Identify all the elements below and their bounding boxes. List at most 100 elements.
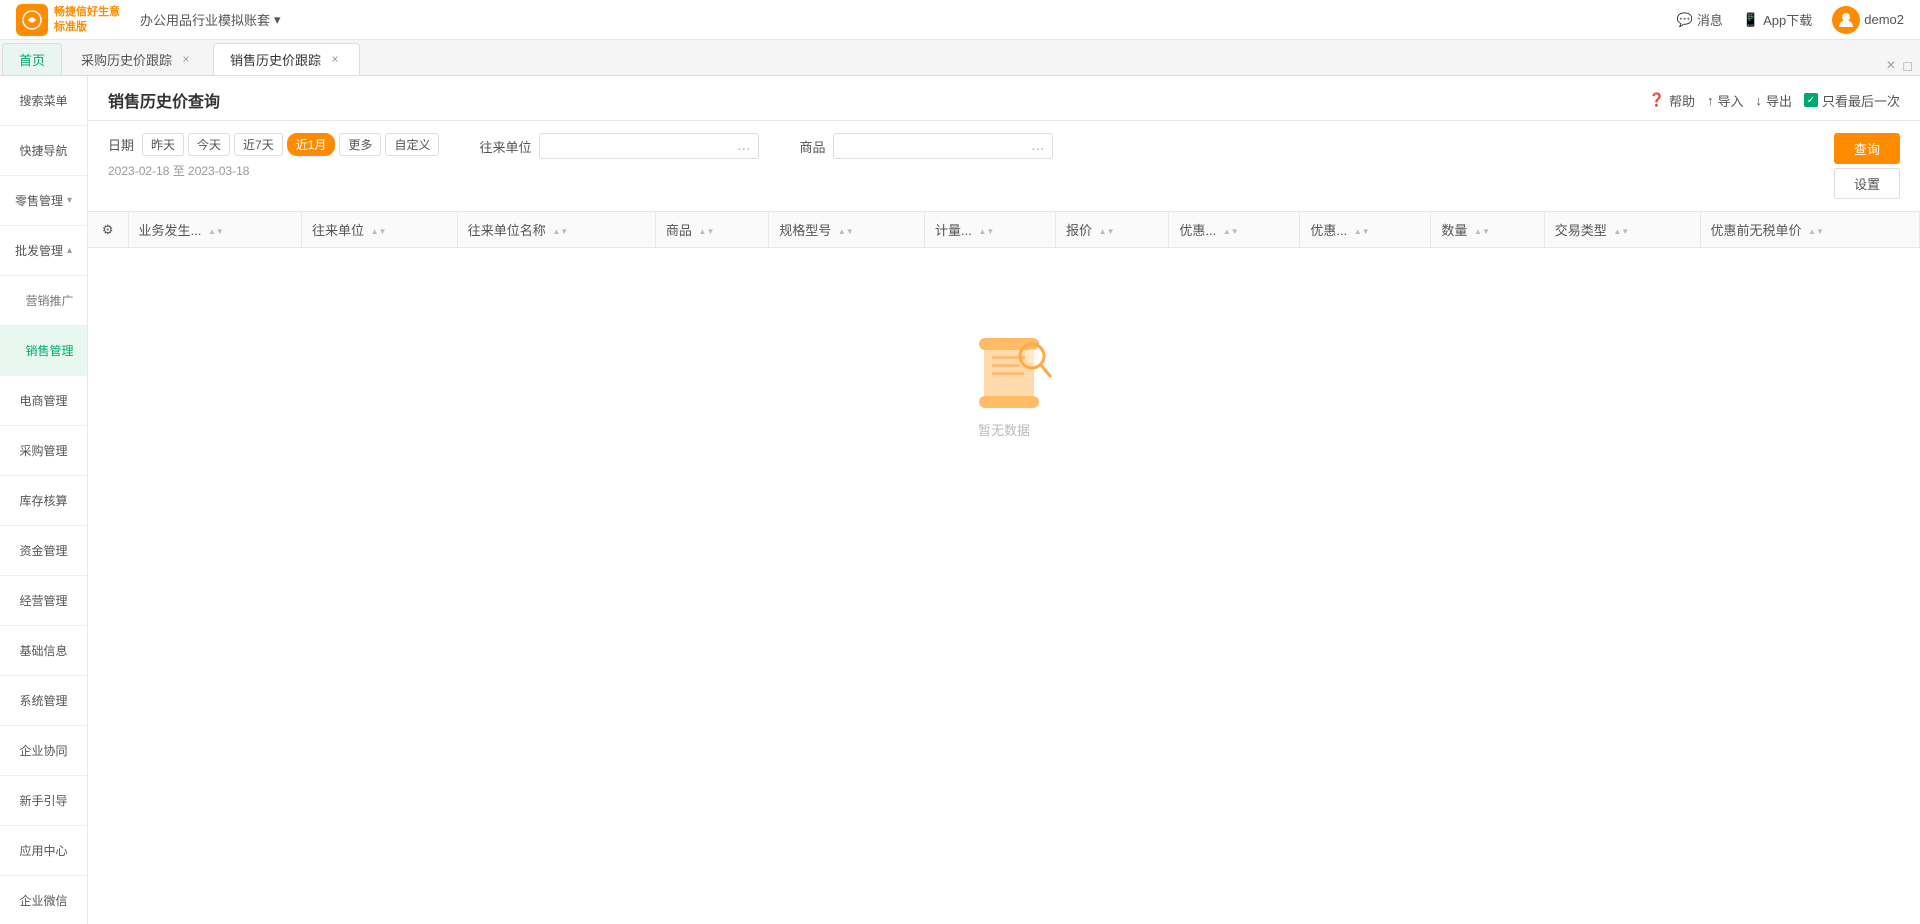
date-btn-yesterday[interactable]: 昨天	[142, 133, 184, 156]
help-btn[interactable]: ❓ 帮助	[1649, 91, 1695, 110]
app-download-btn[interactable]: 📱 App下载	[1743, 10, 1812, 29]
content-area: 销售历史价查询 ❓ 帮助 ↑ 导入 ↓ 导出 ✓ 只看最后一次	[88, 76, 1920, 924]
date-btn-7days[interactable]: 近7天	[234, 133, 283, 156]
enterprise-label: 企业协同	[19, 742, 67, 759]
sales-tab-label: 销售历史价跟踪	[230, 50, 321, 69]
import-icon: ↑	[1707, 93, 1714, 108]
sidebar-item-system[interactable]: 系统管理	[0, 676, 87, 726]
sidebar: 搜索菜单 快捷导航 零售管理 ▾ 批发管理 ▴ 营销推广 销售管理 电商管理 采…	[0, 76, 88, 924]
sidebar-item-ent-wechat[interactable]: 企业微信	[0, 876, 87, 924]
th-pretax-price[interactable]: 优惠前无税单价 ▲▼	[1700, 212, 1920, 248]
query-button[interactable]: 查询	[1834, 133, 1900, 164]
th-settings[interactable]: ⚙	[88, 212, 128, 248]
date-btn-custom[interactable]: 自定义	[385, 133, 439, 156]
th-biz-date[interactable]: 业务发生... ▲▼	[128, 212, 301, 248]
avatar	[1832, 6, 1860, 34]
sort-icon-product: ▲▼	[699, 227, 715, 236]
date-btn-more[interactable]: 更多	[339, 133, 381, 156]
sidebar-item-ecommerce[interactable]: 电商管理	[0, 376, 87, 426]
th-trade-type[interactable]: 交易类型 ▲▼	[1544, 212, 1700, 248]
finance-label: 资金管理	[19, 542, 67, 559]
partner-input[interactable]: ...	[539, 133, 759, 159]
help-icon: ❓	[1649, 92, 1665, 108]
sort-icon-partner-code: ▲▼	[371, 227, 387, 236]
header-left: 畅捷信好生意 标准版	[16, 4, 120, 36]
sidebar-item-guide[interactable]: 新手引导	[0, 776, 87, 826]
purchase-tab-close[interactable]: ×	[178, 51, 194, 67]
th-discount2[interactable]: 优惠... ▲▼	[1300, 212, 1431, 248]
message-icon: 💬	[1677, 12, 1693, 28]
export-btn[interactable]: ↓ 导出	[1755, 91, 1792, 110]
sort-icon-trade-type: ▲▼	[1613, 227, 1629, 236]
only-last-checkbox[interactable]: ✓ 只看最后一次	[1804, 91, 1900, 110]
th-spec[interactable]: 规格型号 ▲▼	[769, 212, 925, 248]
sidebar-item-marketing[interactable]: 营销推广	[0, 276, 87, 326]
table-container: ⚙ 业务发生... ▲▼ 往来单位 ▲▼ 往来单位名称 ▲▼	[88, 212, 1920, 924]
sidebar-item-purchase[interactable]: 采购管理	[0, 426, 87, 476]
user-menu[interactable]: demo2	[1832, 6, 1904, 34]
empty-state: 暂无数据	[88, 248, 1920, 519]
date-btn-today[interactable]: 今天	[188, 133, 230, 156]
retail-arrow: ▾	[67, 195, 72, 206]
settings-button[interactable]: 设置	[1834, 168, 1900, 199]
quick-nav-label: 快捷导航	[19, 142, 67, 159]
tab-home[interactable]: 首页	[2, 43, 62, 75]
th-product[interactable]: 商品 ▲▼	[655, 212, 768, 248]
filter-area: 日期 昨天 今天 近7天 近1月 更多 自定义 2023-02-18 至 202…	[88, 121, 1920, 212]
th-discount1[interactable]: 优惠... ▲▼	[1169, 212, 1300, 248]
sort-icon-unit: ▲▼	[978, 227, 994, 236]
th-qty[interactable]: 数量 ▲▼	[1431, 212, 1544, 248]
main-layout: 搜索菜单 快捷导航 零售管理 ▾ 批发管理 ▴ 营销推广 销售管理 电商管理 采…	[0, 76, 1920, 924]
window-close-btn[interactable]: ×	[1886, 57, 1895, 75]
partner-label: 往来单位	[479, 137, 531, 156]
guide-label: 新手引导	[19, 792, 67, 809]
home-tab-label: 首页	[19, 50, 45, 69]
window-maximize-btn[interactable]: □	[1904, 58, 1912, 74]
product-filter-row: 商品 ...	[799, 133, 1053, 159]
ops-label: 经营管理	[19, 592, 67, 609]
sort-icon-biz-date: ▲▼	[208, 227, 224, 236]
sidebar-item-search-menu[interactable]: 搜索菜单	[0, 76, 87, 126]
header-right: 💬 消息 📱 App下载 demo2	[1677, 6, 1904, 34]
sales-tab-close[interactable]: ×	[327, 51, 343, 67]
th-quote[interactable]: 报价 ▲▼	[1056, 212, 1169, 248]
logo-icon	[16, 4, 48, 36]
empty-text: 暂无数据	[978, 420, 1030, 439]
filter-buttons: 查询 设置	[1834, 133, 1900, 199]
sort-icon-discount2: ▲▼	[1354, 227, 1370, 236]
tab-purchase[interactable]: 采购历史价跟踪 ×	[64, 43, 211, 75]
sidebar-item-wholesale[interactable]: 批发管理 ▴	[0, 226, 87, 276]
th-partner-code[interactable]: 往来单位 ▲▼	[301, 212, 457, 248]
import-btn[interactable]: ↑ 导入	[1707, 91, 1744, 110]
chevron-down-icon: ▾	[274, 12, 281, 28]
retail-label: 零售管理	[15, 192, 63, 209]
sort-icon-partner-name: ▲▼	[552, 227, 568, 236]
product-label: 商品	[799, 137, 825, 156]
date-btn-1month[interactable]: 近1月	[287, 133, 336, 156]
purchase-tab-label: 采购历史价跟踪	[81, 50, 172, 69]
product-input[interactable]: ...	[833, 133, 1053, 159]
inventory-label: 库存核算	[19, 492, 67, 509]
sidebar-item-finance[interactable]: 资金管理	[0, 526, 87, 576]
wholesale-label: 批发管理	[15, 242, 63, 259]
sidebar-item-quick-nav[interactable]: 快捷导航	[0, 126, 87, 176]
sidebar-item-sales-mgmt[interactable]: 销售管理	[0, 326, 87, 376]
sort-icon-qty: ▲▼	[1474, 227, 1490, 236]
ecommerce-label: 电商管理	[19, 392, 67, 409]
th-unit[interactable]: 计量... ▲▼	[925, 212, 1056, 248]
th-partner-name[interactable]: 往来单位名称 ▲▼	[457, 212, 655, 248]
sidebar-item-retail[interactable]: 零售管理 ▾	[0, 176, 87, 226]
sort-icon-discount1: ▲▼	[1223, 227, 1239, 236]
sidebar-item-ops[interactable]: 经营管理	[0, 576, 87, 626]
page-title: 销售历史价查询	[108, 88, 220, 112]
sidebar-item-inventory[interactable]: 库存核算	[0, 476, 87, 526]
message-btn[interactable]: 💬 消息	[1677, 10, 1723, 29]
sidebar-item-appcenter[interactable]: 应用中心	[0, 826, 87, 876]
phone-icon: 📱	[1743, 12, 1759, 28]
tab-sales[interactable]: 销售历史价跟踪 ×	[213, 43, 360, 75]
page-header: 销售历史价查询 ❓ 帮助 ↑ 导入 ↓ 导出 ✓ 只看最后一次	[88, 76, 1920, 121]
sidebar-item-basic[interactable]: 基础信息	[0, 626, 87, 676]
app-selector[interactable]: 办公用品行业模拟账套 ▾	[140, 10, 281, 29]
purchase-label: 采购管理	[19, 442, 67, 459]
sidebar-item-enterprise[interactable]: 企业协同	[0, 726, 87, 776]
